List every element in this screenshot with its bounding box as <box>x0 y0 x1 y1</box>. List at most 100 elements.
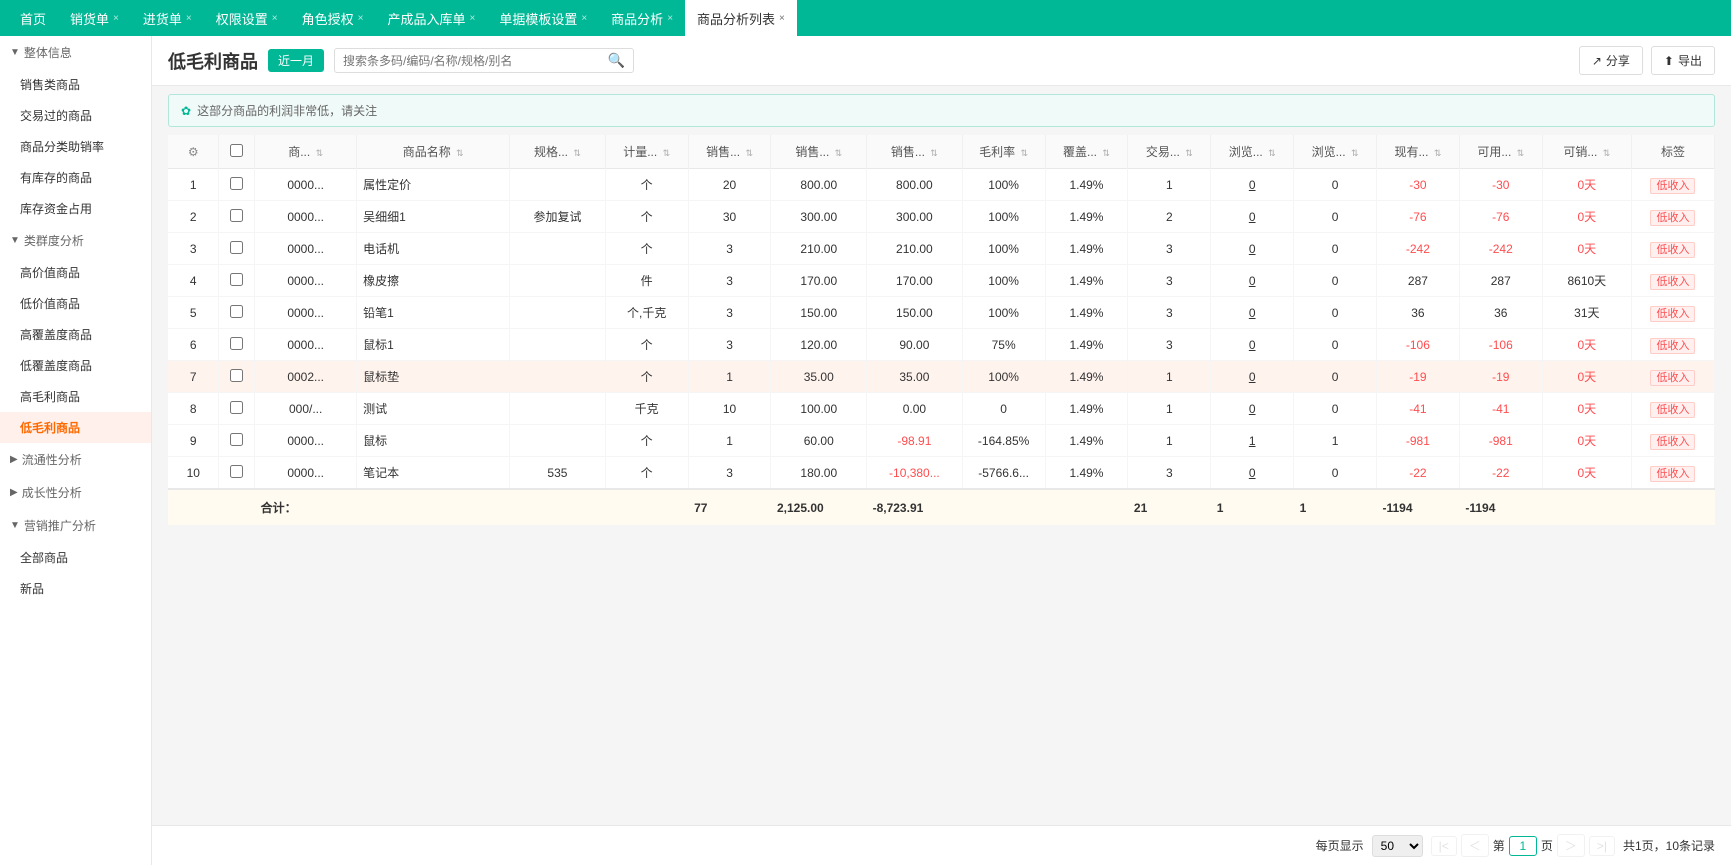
next-page-button[interactable]: ＞ <box>1557 834 1585 857</box>
cell-code: 0000... <box>255 169 357 201</box>
nav-sales[interactable]: 销货单 × <box>58 0 131 36</box>
th-unit[interactable]: 计量... ⇅ <box>605 135 688 169</box>
sidebar-item-high-value[interactable]: 高价值商品 <box>0 257 151 288</box>
th-sellable[interactable]: 可销... ⇅ <box>1542 135 1631 169</box>
row-checkbox[interactable] <box>230 273 243 286</box>
sidebar-group-growth[interactable]: ▶ 成长性分析 <box>0 476 151 509</box>
cell-stock1: -19 <box>1376 361 1459 393</box>
sidebar-item-traded-goods[interactable]: 交易过的商品 <box>0 100 151 131</box>
export-button[interactable]: ⬆ 导出 <box>1651 46 1715 75</box>
cell-sell-days: 0天 <box>1542 329 1631 361</box>
pagination-bar: 每页显示 20 50 100 |< ＜ 第 1 页 ＞ >| 共1页，10条记录 <box>152 825 1731 865</box>
cell-stock2: -242 <box>1459 233 1542 265</box>
th-txn[interactable]: 交易... ⇅ <box>1128 135 1211 169</box>
th-browse2[interactable]: 浏览... ⇅ <box>1294 135 1377 169</box>
sidebar-item-high-margin[interactable]: 高毛利商品 <box>0 381 151 412</box>
sidebar-item-low-value[interactable]: 低价值商品 <box>0 288 151 319</box>
th-price1[interactable]: 销售... ⇅ <box>771 135 867 169</box>
th-spec[interactable]: 规格... ⇅ <box>510 135 606 169</box>
sidebar-item-high-coverage[interactable]: 高覆盖度商品 <box>0 319 151 350</box>
time-filter-button[interactable]: 近一月 <box>268 49 324 72</box>
sidebar-item-low-coverage[interactable]: 低覆盖度商品 <box>0 350 151 381</box>
cell-num: 8 <box>168 393 219 425</box>
th-coverage-sort: ⇅ <box>1102 148 1110 158</box>
sidebar-group-circulation[interactable]: ▶ 流通性分析 <box>0 443 151 476</box>
row-checkbox[interactable] <box>230 433 243 446</box>
th-code[interactable]: 商... ⇅ <box>255 135 357 169</box>
nav-purchase-close[interactable]: × <box>186 13 192 24</box>
nav-permission-close[interactable]: × <box>272 13 278 24</box>
first-page-button[interactable]: |< <box>1431 836 1457 856</box>
th-browse1[interactable]: 浏览... ⇅ <box>1211 135 1294 169</box>
th-stock2[interactable]: 可用... ⇅ <box>1459 135 1542 169</box>
nav-goods-analysis[interactable]: 商品分析 × <box>599 0 685 36</box>
sidebar-item-new-goods[interactable]: 新品 <box>0 573 151 604</box>
sidebar-item-sales-goods[interactable]: 销售类商品 <box>0 69 151 100</box>
sidebar-group-overall[interactable]: ▼ 整体信息 <box>0 36 151 69</box>
table-header-row: ⚙ 商... ⇅ 商品名称 ⇅ <box>168 135 1715 169</box>
cell-num: 4 <box>168 265 219 297</box>
nav-product-entry[interactable]: 产成品入库单 × <box>375 0 487 36</box>
cell-spec <box>510 265 606 297</box>
sidebar-group-cluster[interactable]: ▼ 类群度分析 <box>0 224 151 257</box>
cell-browse2: 0 <box>1294 361 1377 393</box>
row-checkbox[interactable] <box>230 177 243 190</box>
cell-stock2: 287 <box>1459 265 1542 297</box>
cell-browse2: 0 <box>1294 297 1377 329</box>
settings-icon[interactable]: ⚙ <box>188 145 199 159</box>
sidebar-item-category-rate[interactable]: 商品分类助销率 <box>0 131 151 162</box>
th-code-sort: ⇅ <box>316 148 324 158</box>
sidebar-item-low-margin[interactable]: 低毛利商品 <box>0 412 151 443</box>
nav-role-close[interactable]: × <box>358 13 364 24</box>
row-checkbox[interactable] <box>230 337 243 350</box>
cell-txn: 1 <box>1128 361 1211 393</box>
nav-template-close[interactable]: × <box>581 13 587 24</box>
cell-coverage: 1.49% <box>1045 297 1128 329</box>
row-checkbox[interactable] <box>230 369 243 382</box>
row-checkbox[interactable] <box>230 465 243 478</box>
row-checkbox[interactable] <box>230 305 243 318</box>
sidebar-group-marketing[interactable]: ▼ 营销推广分析 <box>0 509 151 542</box>
sidebar-item-all-goods[interactable]: 全部商品 <box>0 542 151 573</box>
cell-unit: 个 <box>605 425 688 457</box>
share-button[interactable]: ↗ 分享 <box>1579 46 1643 75</box>
row-checkbox[interactable] <box>230 209 243 222</box>
th-price2[interactable]: 销售... ⇅ <box>867 135 963 169</box>
row-checkbox[interactable] <box>230 241 243 254</box>
total-browse1: 1 <box>1211 489 1294 525</box>
cell-num: 5 <box>168 297 219 329</box>
cell-qty: 1 <box>688 361 771 393</box>
cell-coverage: 1.49% <box>1045 201 1128 233</box>
nav-home[interactable]: 首页 <box>8 0 58 36</box>
cell-sell-days: 8610天 <box>1542 265 1631 297</box>
sidebar-item-stock-goods[interactable]: 有库存的商品 <box>0 162 151 193</box>
cell-unit: 件 <box>605 265 688 297</box>
th-qty[interactable]: 销售... ⇅ <box>688 135 771 169</box>
cell-name: 属性定价 <box>357 169 510 201</box>
nav-template[interactable]: 单据模板设置 × <box>487 0 599 36</box>
nav-permission[interactable]: 权限设置 × <box>204 0 290 36</box>
sidebar-item-capital[interactable]: 库存资金占用 <box>0 193 151 224</box>
th-stock1[interactable]: 现有... ⇅ <box>1376 135 1459 169</box>
row-checkbox[interactable] <box>230 401 243 414</box>
nav-role[interactable]: 角色授权 × <box>290 0 376 36</box>
prev-page-button[interactable]: ＜ <box>1461 834 1489 857</box>
nav-goods-list-close[interactable]: × <box>779 13 785 24</box>
th-gross[interactable]: 毛利率 ⇅ <box>962 135 1045 169</box>
cell-stock1: 287 <box>1376 265 1459 297</box>
cell-stock2: -76 <box>1459 201 1542 233</box>
cell-stock1: 36 <box>1376 297 1459 329</box>
last-page-button[interactable]: >| <box>1589 836 1615 856</box>
nav-sales-close[interactable]: × <box>113 13 119 24</box>
search-input[interactable] <box>343 54 608 68</box>
th-name[interactable]: 商品名称 ⇅ <box>357 135 510 169</box>
nav-product-entry-close[interactable]: × <box>469 13 475 24</box>
th-coverage[interactable]: 覆盖... ⇅ <box>1045 135 1128 169</box>
cell-name: 测试 <box>357 393 510 425</box>
nav-goods-analysis-list[interactable]: 商品分析列表 × <box>685 0 797 36</box>
search-icon[interactable]: 🔍 <box>608 52 625 69</box>
nav-purchase[interactable]: 进货单 × <box>131 0 204 36</box>
select-all-checkbox[interactable] <box>230 144 243 157</box>
per-page-select[interactable]: 20 50 100 <box>1372 835 1423 857</box>
nav-goods-analysis-close[interactable]: × <box>667 13 673 24</box>
